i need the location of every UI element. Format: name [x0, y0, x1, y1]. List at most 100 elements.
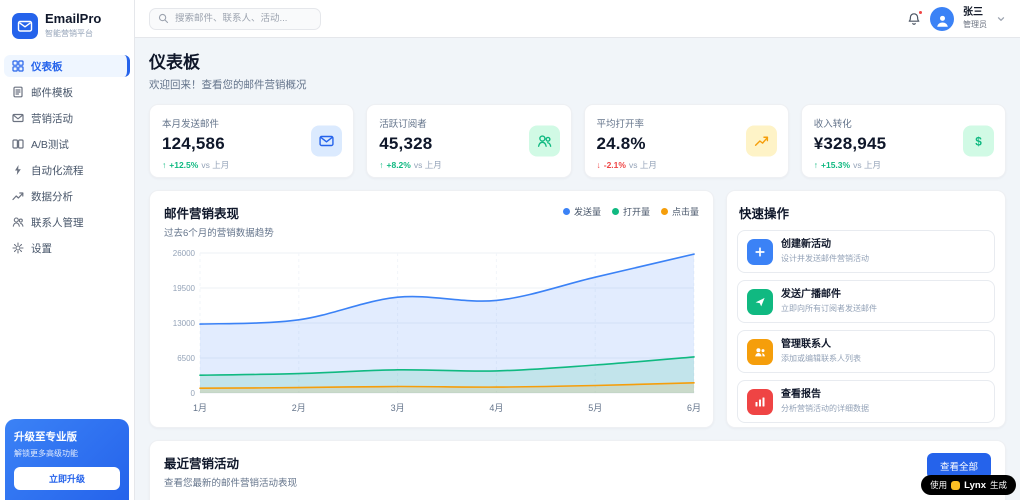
legend-sent[interactable]: 发送量	[563, 205, 601, 218]
upgrade-button[interactable]: 立即升级	[14, 467, 120, 490]
down-arrow-icon: ↓	[597, 160, 601, 170]
action-title: 查看报告	[781, 389, 869, 401]
settings-icon	[12, 242, 24, 254]
notification-bell[interactable]	[907, 12, 921, 26]
legend-dot	[563, 208, 570, 215]
legend-label: 发送量	[574, 205, 601, 218]
stat-delta: ↑ +12.5% vs 上月	[162, 159, 341, 171]
dashboard-icon	[12, 60, 24, 72]
action-view-reports[interactable]: 查看报告 分析营销活动的详细数据	[737, 380, 995, 423]
stat-card-emails-sent: 本月发送邮件 124,586 ↑ +12.5% vs 上月	[149, 104, 354, 178]
stat-delta: ↑ +8.2% vs 上月	[379, 159, 558, 171]
sidebar-item-automation[interactable]: 自动化流程	[4, 159, 130, 181]
action-subtitle: 添加或编辑联系人列表	[781, 353, 861, 364]
stat-delta: ↓ -2.1% vs 上月	[597, 159, 776, 171]
svg-text:2月: 2月	[292, 403, 306, 413]
send-icon	[747, 289, 773, 315]
legend-dot	[612, 208, 619, 215]
user-role: 管理员	[963, 19, 987, 30]
up-arrow-icon: ↑	[162, 160, 166, 170]
action-broadcast-email[interactable]: 发送广播邮件 立即向所有订阅者发送邮件	[737, 280, 995, 323]
sidebar-item-label: 联系人管理	[31, 215, 84, 230]
action-title: 发送广播邮件	[781, 289, 877, 301]
recent-campaigns-card: 最近营销活动 查看您最新的邮件营销活动表现 查看全部 活动名称 状态 发送量 打…	[149, 440, 1006, 500]
brand-name: EmailPro	[45, 12, 101, 26]
trend-up-icon	[746, 126, 777, 157]
sidebar-item-settings[interactable]: 设置	[4, 237, 130, 259]
sidebar-item-contacts[interactable]: 联系人管理	[4, 211, 130, 233]
stat-vs-label: vs 上月	[629, 159, 657, 171]
action-title: 管理联系人	[781, 339, 861, 351]
search-input[interactable]	[175, 13, 312, 24]
campaigns-icon	[12, 112, 24, 124]
performance-chart: 065001300019500260001月2月3月4月5月6月	[164, 247, 699, 424]
ab-test-icon	[12, 138, 24, 150]
analytics-icon	[12, 190, 24, 202]
quick-actions-title: 快速操作	[739, 203, 993, 222]
dashboard-content: 仪表板 欢迎回来！查看您的邮件营销概况 本月发送邮件 124,586 ↑ +12…	[135, 38, 1020, 500]
stat-vs-label: vs 上月	[414, 159, 442, 171]
sidebar-item-dashboard[interactable]: 仪表板	[4, 55, 130, 77]
page-subtitle: 欢迎回来！查看您的邮件营销概况	[149, 77, 1006, 92]
page-title: 仪表板	[149, 48, 1006, 73]
svg-text:5月: 5月	[588, 403, 602, 413]
sidebar-item-label: 自动化流程	[31, 163, 84, 178]
svg-text:1月: 1月	[193, 403, 207, 413]
stat-vs-label: vs 上月	[853, 159, 881, 171]
stat-card-subscribers: 活跃订阅者 45,328 ↑ +8.2% vs 上月	[366, 104, 571, 178]
action-title: 创建新活动	[781, 239, 869, 251]
stat-card-revenue: 收入转化 ¥328,945 ↑ +15.3% vs 上月 $	[801, 104, 1006, 178]
users-icon	[747, 339, 773, 365]
svg-text:26000: 26000	[173, 249, 196, 258]
upgrade-subtitle: 解锁更多高级功能	[14, 448, 120, 459]
legend-click[interactable]: 点击量	[661, 205, 699, 218]
legend-open[interactable]: 打开量	[612, 205, 650, 218]
svg-text:$: $	[975, 135, 982, 148]
up-arrow-icon: ↑	[814, 160, 818, 170]
svg-text:3月: 3月	[391, 403, 405, 413]
legend-label: 点击量	[672, 205, 699, 218]
lynx-badge[interactable]: 使用 Lynx 生成	[921, 475, 1016, 495]
chart-subtitle: 过去6个月的营销数据趋势	[164, 225, 274, 239]
up-arrow-icon: ↑	[379, 160, 383, 170]
users-icon	[529, 126, 560, 157]
stat-delta-value: +15.3%	[821, 160, 850, 170]
svg-text:6月: 6月	[687, 403, 701, 413]
action-manage-contacts[interactable]: 管理联系人 添加或编辑联系人列表	[737, 330, 995, 373]
legend-dot	[661, 208, 668, 215]
avatar[interactable]	[930, 7, 954, 31]
sidebar-item-ab-test[interactable]: A/B测试	[4, 133, 130, 155]
stat-delta: ↑ +15.3% vs 上月	[814, 159, 993, 171]
badge-prefix: 使用	[930, 479, 947, 491]
chart-legend: 发送量 打开量 点击量	[563, 203, 699, 218]
svg-text:19500: 19500	[173, 284, 196, 293]
contacts-icon	[12, 216, 24, 228]
quick-actions-card: 快速操作 创建新活动 设计并发送邮件营销活动 发送广播邮件 立即向所有订阅者发送…	[726, 190, 1006, 428]
sidebar-item-templates[interactable]: 邮件模板	[4, 81, 130, 103]
sidebar-item-label: 营销活动	[31, 111, 73, 126]
sidebar-item-campaigns[interactable]: 营销活动	[4, 107, 130, 129]
user-meta: 张三 管理员	[963, 7, 987, 30]
chevron-down-icon[interactable]	[996, 14, 1006, 24]
action-subtitle: 设计并发送邮件营销活动	[781, 253, 869, 264]
brand: EmailPro 智能营销平台	[0, 0, 134, 49]
recent-subtitle: 查看您最新的邮件营销活动表现	[164, 475, 297, 489]
legend-label: 打开量	[623, 205, 650, 218]
user-name: 张三	[963, 7, 987, 18]
lynx-logo-icon	[951, 481, 960, 490]
plus-icon	[747, 239, 773, 265]
sidebar: EmailPro 智能营销平台 仪表板 邮件模板 营销活动 A/B测试 自动化流…	[0, 0, 135, 500]
performance-card: 邮件营销表现 过去6个月的营销数据趋势 发送量 打开量 点击量 06500130…	[149, 190, 714, 428]
chart-title: 邮件营销表现	[164, 203, 274, 222]
recent-title: 最近营销活动	[164, 453, 297, 472]
automation-icon	[12, 164, 24, 176]
sidebar-item-label: 数据分析	[31, 189, 73, 204]
user-icon	[935, 13, 950, 28]
sidebar-item-analytics[interactable]: 数据分析	[4, 185, 130, 207]
search-box[interactable]	[149, 8, 321, 30]
topbar: 张三 管理员	[135, 0, 1020, 38]
svg-text:0: 0	[191, 389, 196, 398]
mail-icon	[311, 126, 342, 157]
action-subtitle: 分析营销活动的详细数据	[781, 403, 869, 414]
action-create-campaign[interactable]: 创建新活动 设计并发送邮件营销活动	[737, 230, 995, 273]
